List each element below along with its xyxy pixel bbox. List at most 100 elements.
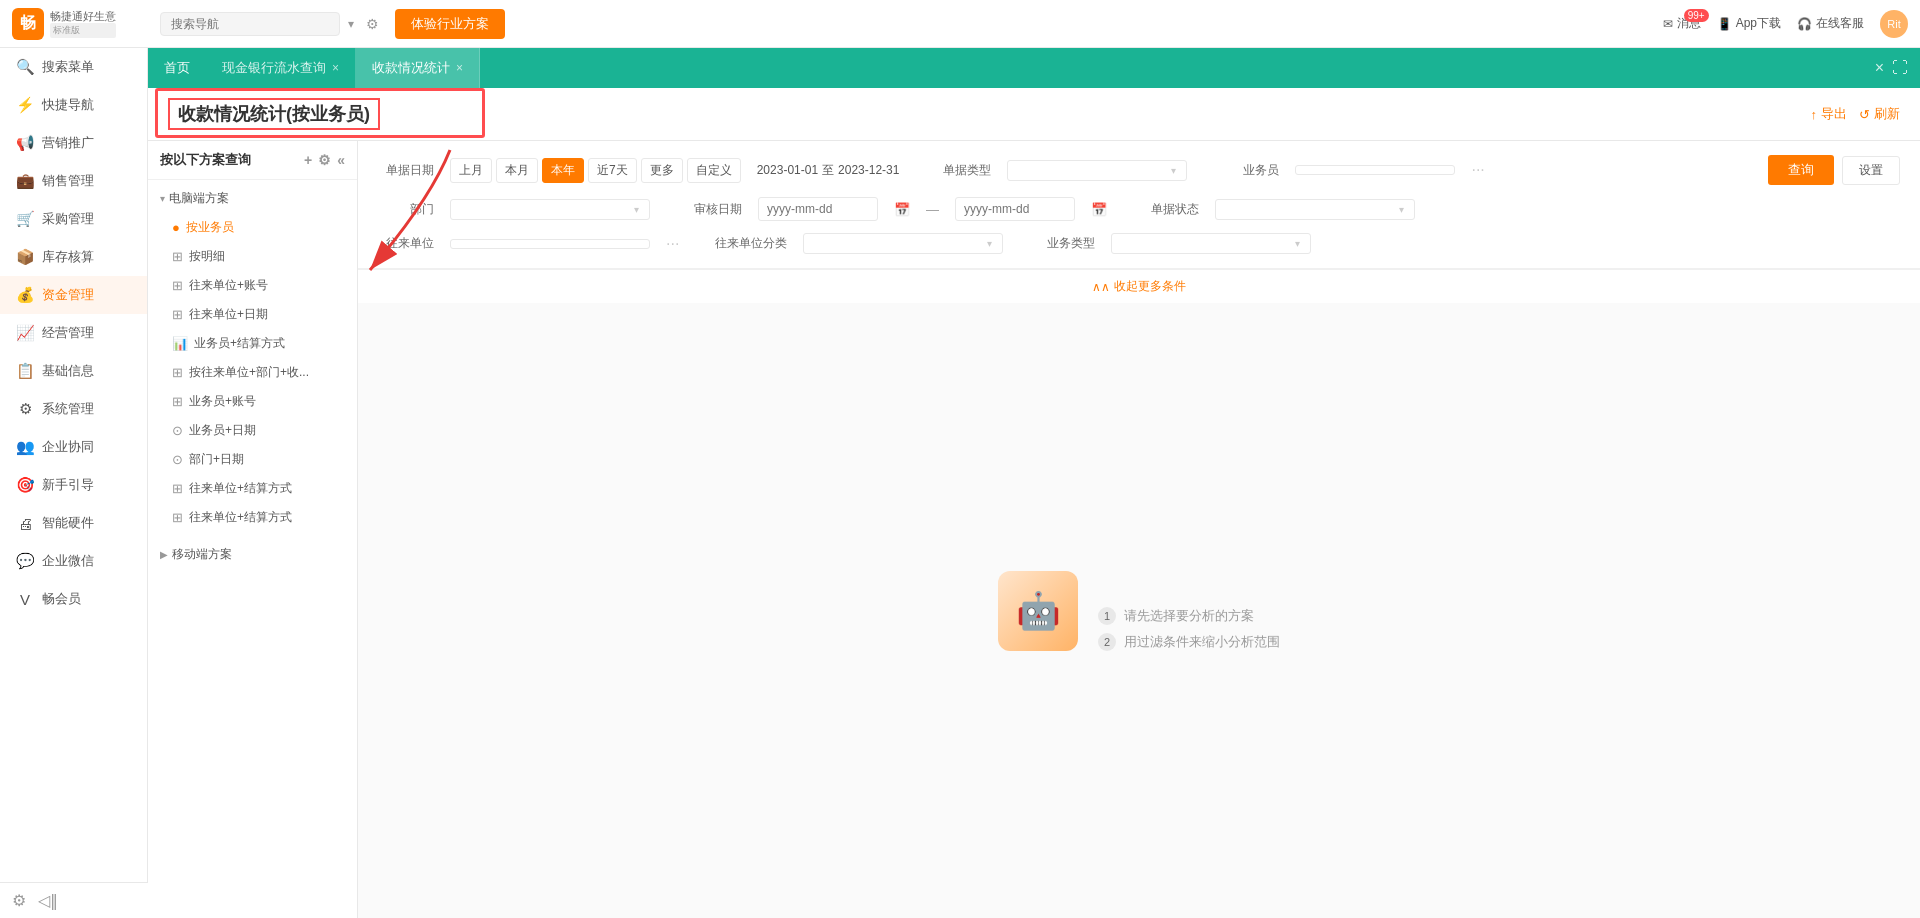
scheme-item-icon-5: ⊞ [172,365,183,380]
filter-row-1: 单据日期 上月 本月 本年 近7天 更多 自定义 2023-01-01 至 [378,155,1900,185]
sidebar-item-wechat[interactable]: 💬 企业微信 [0,542,147,580]
salesperson-select[interactable] [1295,165,1455,175]
user-avatar[interactable]: Rit [1880,10,1908,38]
tab-collection-stats[interactable]: 收款情况统计 × [356,48,480,88]
doc-status-select[interactable]: ▾ [1215,199,1415,220]
tab-home[interactable]: 首页 [148,59,206,77]
filter-area: 单据日期 上月 本月 本年 近7天 更多 自定义 2023-01-01 至 [358,141,1920,269]
counterpart-cat-select[interactable]: ▾ [803,233,1003,254]
sidebar-item-collab[interactable]: 👥 企业协同 [0,428,147,466]
counterpart-select[interactable] [450,239,650,249]
app-download-button[interactable]: 📱 App下载 [1717,15,1781,32]
scheme-item-label-5: 按往来单位+部门+收... [189,364,309,381]
doc-type-filter-label: 单据类型 [935,162,991,179]
date-range-display: 2023-01-01 至 2023-12-31 [757,162,900,179]
calendar-icon-2[interactable]: 📅 [1091,202,1107,217]
counterpart-label: 往来单位 [378,235,434,252]
settings-bottom-icon[interactable]: ⚙ [12,891,26,910]
sidebar-item-inventory[interactable]: 📦 库存核算 [0,238,147,276]
export-button[interactable]: ↑ 导出 [1811,105,1848,123]
collapse-sidebar-icon[interactable]: ◁‖ [38,891,58,910]
sidebar-item-guide[interactable]: 🎯 新手引导 [0,466,147,504]
date-btn-7days[interactable]: 近7天 [588,158,637,183]
date-btn-this-month[interactable]: 本月 [496,158,538,183]
sidebar-item-hardware[interactable]: 🖨 智能硬件 [0,504,147,542]
sidebar-label-collab: 企业协同 [42,438,94,456]
sidebar-item-finance[interactable]: 💰 资金管理 [0,276,147,314]
sidebar-item-system[interactable]: ⚙ 系统管理 [0,390,147,428]
audit-date-start-input[interactable] [758,197,878,221]
date-btn-last-month[interactable]: 上月 [450,158,492,183]
scheme-item-label-7: 业务员+日期 [189,422,256,439]
collapse-more-bar[interactable]: ∧∧ 收起更多条件 [358,269,1920,303]
scheme-item-salesperson-account[interactable]: ⊞ 业务员+账号 [148,387,357,416]
sidebar-item-operations[interactable]: 📈 经营管理 [0,314,147,352]
scheme-item-detail[interactable]: ⊞ 按明细 [148,242,357,271]
main-content: 首页 现金银行流水查询 × 收款情况统计 × × ⛶ 收款情况统计(按业务员) … [148,48,1920,918]
tab-maximize-icon[interactable]: ⛶ [1892,59,1908,77]
scheme-item-counterpart-settlement-1[interactable]: ⊞ 往来单位+结算方式 [148,474,357,503]
date-options-group: 上月 本月 本年 近7天 更多 自定义 [450,158,741,183]
filter-actions: 查询 设置 [1768,155,1900,185]
biz-type-select[interactable]: ▾ [1111,233,1311,254]
logo-area: 畅 畅捷通好生意 标准版 [12,8,160,40]
member-icon: V [16,591,34,608]
scheme-item-dept-date[interactable]: ⊙ 部门+日期 [148,445,357,474]
tab-bank-flow[interactable]: 现金银行流水查询 × [206,48,356,88]
scheme-item-salesperson-date[interactable]: ⊙ 业务员+日期 [148,416,357,445]
settings-button[interactable]: 设置 [1842,156,1900,185]
audit-date-end-input[interactable] [955,197,1075,221]
salesperson-more-btn[interactable]: ··· [1471,161,1484,179]
scheme-item-counterpart-settlement-2[interactable]: ⊞ 往来单位+结算方式 [148,503,357,532]
doc-type-select[interactable]: ▾ [1007,160,1187,181]
calendar-icon-1[interactable]: 📅 [894,202,910,217]
counterpart-more-btn[interactable]: ··· [666,235,679,253]
sidebar-item-member[interactable]: V 畅会员 [0,580,147,618]
scheme-item-by-salesperson[interactable]: ● 按业务员 [148,213,357,242]
date-btn-more[interactable]: 更多 [641,158,683,183]
scheme-item-salesperson-settlement[interactable]: 📊 业务员+结算方式 [148,329,357,358]
sidebar-item-sales[interactable]: 💼 销售管理 [0,162,147,200]
scheme-item-label-2: 往来单位+账号 [189,277,268,294]
date-btn-this-year[interactable]: 本年 [542,158,584,183]
scheme-settings-button[interactable]: ⚙ [318,152,331,168]
scheme-panel: 按以下方案查询 + ⚙ « ▾ 电脑端方案 ● 按业务员 [148,141,358,918]
sidebar-label-system: 系统管理 [42,400,94,418]
scheme-item-icon-8: ⊙ [172,452,183,467]
scheme-add-button[interactable]: + [304,152,312,168]
query-button[interactable]: 查询 [1768,155,1834,185]
nav-chevron-icon[interactable]: ▾ [348,17,354,31]
scheme-item-counterpart-date[interactable]: ⊞ 往来单位+日期 [148,300,357,329]
tab-bar-right: × ⛶ [1875,59,1920,77]
scheme-item-counterpart-dept[interactable]: ⊞ 按往来单位+部门+收... [148,358,357,387]
dept-select[interactable]: ▾ [450,199,650,220]
sidebar-item-marketing[interactable]: 📢 营销推广 [0,124,147,162]
scheme-item-label-10: 往来单位+结算方式 [189,509,292,526]
sidebar-label-basics: 基础信息 [42,362,94,380]
scheme-group-mobile: ▶ 移动端方案 [148,536,357,573]
tab-close-all-icon[interactable]: × [1875,59,1884,77]
messages-button[interactable]: ✉ 消息 99+ [1663,15,1701,32]
scheme-group-mobile-header[interactable]: ▶ 移动端方案 [148,540,357,569]
header-gear-icon[interactable]: ⚙ [366,16,379,32]
tip-text-2: 用过滤条件来缩小分析范围 [1124,633,1280,651]
wechat-icon: 💬 [16,552,34,570]
date-btn-custom[interactable]: 自定义 [687,158,741,183]
sidebar-item-search[interactable]: 🔍 搜索菜单 [0,48,147,86]
sidebar-item-quicknav[interactable]: ⚡ 快捷导航 [0,86,147,124]
sidebar-item-purchase[interactable]: 🛒 采购管理 [0,200,147,238]
scheme-item-counterpart-account[interactable]: ⊞ 往来单位+账号 [148,271,357,300]
refresh-button[interactable]: ↺ 刷新 [1859,105,1900,123]
page-area: 收款情况统计(按业务员) ↑ 导出 ↺ 刷新 按以下方案查询 + [148,88,1920,918]
sidebar-item-basics[interactable]: 📋 基础信息 [0,352,147,390]
counterpart-cat-label: 往来单位分类 [715,235,787,252]
tab-bank-flow-close[interactable]: × [332,61,339,75]
online-service-button[interactable]: 🎧 在线客服 [1797,15,1864,32]
header-center: ▾ ⚙ 体验行业方案 [160,9,1663,39]
scheme-group-desktop-header[interactable]: ▾ 电脑端方案 [148,184,357,213]
scheme-collapse-button[interactable]: « [337,152,345,168]
trial-button[interactable]: 体验行业方案 [395,9,505,39]
logo-badge: 标准版 [50,23,116,38]
nav-search-input[interactable] [160,12,340,36]
tab-collection-stats-close[interactable]: × [456,61,463,75]
